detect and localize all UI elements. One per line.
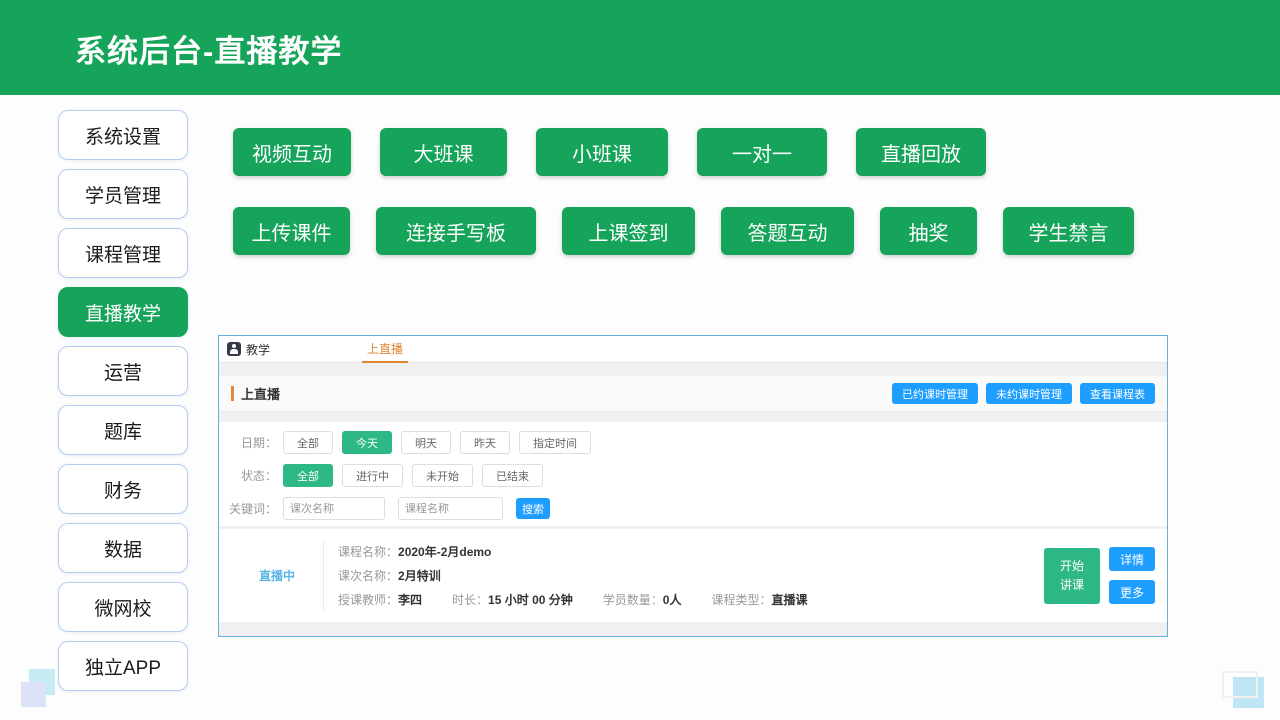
duration-meta: 时长： 15 小时 00 分钟 (452, 591, 573, 608)
session-meta-line: 授课教师： 李四 时长： 15 小时 00 分钟 学员数量： 0人 课程类型： … (338, 591, 1044, 608)
students-meta: 学员数量： 0人 (603, 591, 682, 608)
decoration-square-lavender (21, 682, 46, 707)
sidebar-item-course-management[interactable]: 课程管理 (58, 228, 188, 278)
course-name-value: 2020年-2月demo (398, 543, 491, 560)
page-title: 系统后台-直播教学 (75, 26, 342, 71)
date-filter-all[interactable]: 全部 (283, 431, 333, 454)
duration-value: 15 小时 00 分钟 (488, 591, 573, 608)
date-filter-row: 日期： 全部 今天 明天 昨天 指定时间 (219, 431, 1167, 454)
panel-brand-label: 教学 (246, 341, 270, 358)
booked-lessons-button[interactable]: 已约课时管理 (892, 383, 978, 404)
feature-handwriting-board-button[interactable]: 连接手写板 (376, 207, 536, 255)
sidebar-item-standalone-app[interactable]: 独立APP (58, 641, 188, 691)
session-row: 直播中 课程名称： 2020年-2月demo 课次名称： 2月特训 授课教师： … (219, 529, 1167, 622)
feature-large-class-button[interactable]: 大班课 (380, 128, 507, 176)
students-label: 学员数量： (603, 591, 663, 608)
top-banner: 系统后台-直播教学 (0, 0, 1280, 95)
session-details: 课程名称： 2020年-2月demo 课次名称： 2月特训 授课教师： 李四 时… (338, 536, 1044, 615)
sidebar-item-operations[interactable]: 运营 (58, 346, 188, 396)
date-filter-custom[interactable]: 指定时间 (519, 431, 591, 454)
lesson-name-line: 课次名称： 2月特训 (338, 567, 1044, 584)
panel-tabbar: 教学 上直播 (219, 336, 1167, 363)
date-filter-tomorrow[interactable]: 明天 (401, 431, 451, 454)
status-filter-all[interactable]: 全部 (283, 464, 333, 487)
students-value: 0人 (663, 591, 682, 608)
sidebar-item-system-settings[interactable]: 系统设置 (58, 110, 188, 160)
date-filter-today[interactable]: 今天 (342, 431, 392, 454)
tab-go-live[interactable]: 上直播 (362, 336, 408, 363)
lesson-name-label: 课次名称： (338, 567, 398, 584)
course-name-label: 课程名称： (338, 543, 398, 560)
section-title: 上直播 (241, 384, 280, 403)
section-accent-bar (231, 386, 234, 401)
date-filter-label: 日期： (219, 434, 277, 451)
teacher-label: 授课教师： (338, 591, 398, 608)
status-filter-ended[interactable]: 已结束 (482, 464, 543, 487)
status-filter-not-started[interactable]: 未开始 (412, 464, 473, 487)
detail-button[interactable]: 详情 (1109, 547, 1155, 571)
feature-row-2: 上传课件 连接手写板 上课签到 答题互动 抽奖 学生禁言 (233, 207, 1134, 255)
sidebar-item-question-bank[interactable]: 题库 (58, 405, 188, 455)
sidebar-item-micro-school[interactable]: 微网校 (58, 582, 188, 632)
sidebar-item-student-management[interactable]: 学员管理 (58, 169, 188, 219)
start-teaching-line2: 讲课 (1060, 576, 1084, 595)
secondary-actions: 详情 更多 (1109, 547, 1155, 604)
course-type-meta: 课程类型： 直播课 (711, 591, 807, 608)
status-filter-ongoing[interactable]: 进行中 (342, 464, 403, 487)
start-teaching-button[interactable]: 开始 讲课 (1044, 548, 1100, 604)
filter-card: 日期： 全部 今天 明天 昨天 指定时间 状态： 全部 进行中 未开始 已结束 … (219, 422, 1167, 526)
course-name-line: 课程名称： 2020年-2月demo (338, 543, 1044, 560)
live-status-badge: 直播中 (231, 567, 323, 584)
date-filter-yesterday[interactable]: 昨天 (460, 431, 510, 454)
course-type-label: 课程类型： (711, 591, 771, 608)
feature-upload-courseware-button[interactable]: 上传课件 (233, 207, 350, 255)
unbooked-lessons-button[interactable]: 未约课时管理 (986, 383, 1072, 404)
teacher-value: 李四 (398, 591, 422, 608)
row-divider (323, 541, 324, 611)
section-header: 上直播 已约课时管理 未约课时管理 查看课程表 (219, 375, 1167, 412)
course-type-value: 直播课 (771, 591, 807, 608)
search-button[interactable]: 搜索 (516, 498, 550, 519)
feature-one-on-one-button[interactable]: 一对一 (697, 128, 827, 176)
more-button[interactable]: 更多 (1109, 580, 1155, 604)
feature-video-interaction-button[interactable]: 视频互动 (233, 128, 351, 176)
feature-live-replay-button[interactable]: 直播回放 (856, 128, 986, 176)
feature-class-signin-button[interactable]: 上课签到 (562, 207, 695, 255)
sidebar-item-live-teaching[interactable]: 直播教学 (58, 287, 188, 337)
feature-small-class-button[interactable]: 小班课 (536, 128, 668, 176)
lesson-name-input[interactable] (283, 497, 385, 520)
sidebar-item-finance[interactable]: 财务 (58, 464, 188, 514)
sidebar-item-data[interactable]: 数据 (58, 523, 188, 573)
view-timetable-button[interactable]: 查看课程表 (1080, 383, 1155, 404)
status-filter-row: 状态： 全部 进行中 未开始 已结束 (219, 464, 1167, 487)
feature-student-mute-button[interactable]: 学生禁言 (1003, 207, 1134, 255)
lesson-name-value: 2月特训 (398, 567, 441, 584)
person-badge-icon (227, 342, 241, 356)
feature-quiz-interaction-button[interactable]: 答题互动 (721, 207, 854, 255)
feature-lottery-button[interactable]: 抽奖 (880, 207, 977, 255)
sidebar: 系统设置 学员管理 课程管理 直播教学 运营 题库 财务 数据 微网校 独立AP… (58, 110, 188, 691)
session-actions: 开始 讲课 详情 更多 (1044, 547, 1155, 604)
section-actions: 已约课时管理 未约课时管理 查看课程表 (892, 383, 1155, 404)
duration-label: 时长： (452, 591, 488, 608)
keyword-filter-row: 关键词： 搜索 (219, 497, 1167, 520)
decoration-square-frame (1222, 671, 1258, 698)
start-teaching-line1: 开始 (1060, 557, 1084, 576)
status-filter-label: 状态： (219, 467, 277, 484)
live-admin-panel: 教学 上直播 上直播 已约课时管理 未约课时管理 查看课程表 日期： 全部 今天… (218, 335, 1168, 637)
feature-row-1: 视频互动 大班课 小班课 一对一 直播回放 (233, 128, 986, 176)
teacher-meta: 授课教师： 李四 (338, 591, 422, 608)
course-name-input[interactable] (398, 497, 503, 520)
keyword-filter-label: 关键词： (219, 500, 277, 517)
